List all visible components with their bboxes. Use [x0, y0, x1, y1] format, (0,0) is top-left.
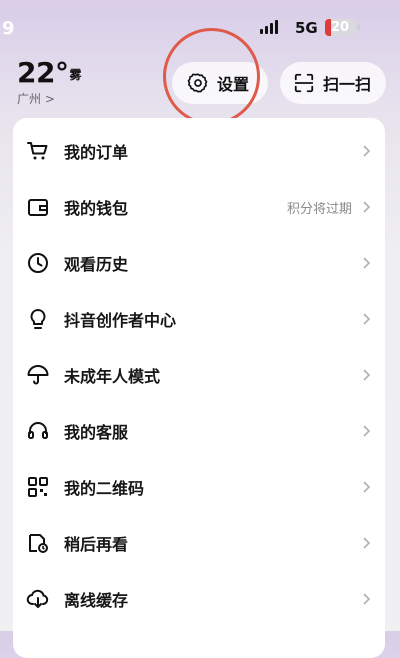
menu-item-label: 离线缓存: [64, 591, 129, 610]
chevron-right-icon: [363, 369, 371, 381]
network-type: 5G: [295, 19, 318, 37]
umbrella-icon: [25, 362, 51, 388]
points-expiring-note: 积分将过期: [286, 201, 352, 217]
highlight-circle: [163, 28, 260, 125]
menu-item-label: 抖音创作者中心: [64, 311, 177, 330]
menu-item-creator-center[interactable]: 抖音创作者中心: [13, 291, 385, 347]
battery-tip: [357, 24, 360, 31]
cloud-download-icon: [25, 586, 51, 612]
chevron-right-icon: [363, 593, 371, 605]
chevron-right-icon: [363, 145, 371, 157]
menu-item-label: 未成年人模式: [64, 367, 161, 386]
lightbulb-icon: [25, 306, 51, 332]
headset-icon: [25, 418, 51, 444]
battery-icon: 20: [325, 19, 355, 36]
city-selector[interactable]: 广州 >: [17, 90, 81, 107]
cart-icon: [25, 138, 51, 164]
menu-item-label: 我的客服: [64, 423, 129, 442]
menu-item-label: 我的订单: [64, 143, 129, 162]
chevron-right-icon: [363, 537, 371, 549]
wallet-icon: [25, 194, 51, 220]
chevron-right-icon: [363, 313, 371, 325]
watch-later-icon: [25, 530, 51, 556]
clock-icon: [25, 250, 51, 276]
menu-card: 我的订单 我的钱包 积分将过期 观看历史 抖音创作者中心 未成年人模式 我的客服…: [13, 118, 385, 658]
menu-item-wallet[interactable]: 我的钱包 积分将过期: [13, 179, 385, 235]
menu-item-label: 我的二维码: [64, 479, 145, 498]
scan-icon: [294, 73, 314, 93]
menu-item-customer-service[interactable]: 我的客服: [13, 403, 385, 459]
menu-item-teen-mode[interactable]: 未成年人模式: [13, 347, 385, 403]
menu-item-watch-later[interactable]: 稍后再看: [13, 515, 385, 571]
menu-item-qrcode[interactable]: 我的二维码: [13, 459, 385, 515]
menu-item-history[interactable]: 观看历史: [13, 235, 385, 291]
qrcode-icon: [25, 474, 51, 500]
chevron-right-icon: [363, 257, 371, 269]
menu-item-label: 我的钱包: [64, 199, 129, 218]
chevron-right-icon: [363, 201, 371, 213]
menu-item-offline-cache[interactable]: 离线缓存: [13, 571, 385, 627]
scan-label: 扫一扫: [323, 75, 372, 94]
chevron-right-icon: [363, 481, 371, 493]
weather-widget[interactable]: 22°雾 广州 >: [17, 56, 81, 107]
chevron-right-icon: [363, 425, 371, 437]
temperature: 22°: [17, 56, 69, 89]
scan-button[interactable]: 扫一扫: [280, 62, 386, 104]
menu-item-orders[interactable]: 我的订单: [13, 123, 385, 179]
menu-item-label: 观看历史: [64, 255, 129, 274]
status-time: 9: [2, 18, 15, 39]
weather-condition: 雾: [69, 68, 82, 82]
signal-icon: [260, 20, 278, 34]
menu-item-label: 稍后再看: [64, 535, 129, 554]
battery-level: 20: [330, 20, 350, 35]
